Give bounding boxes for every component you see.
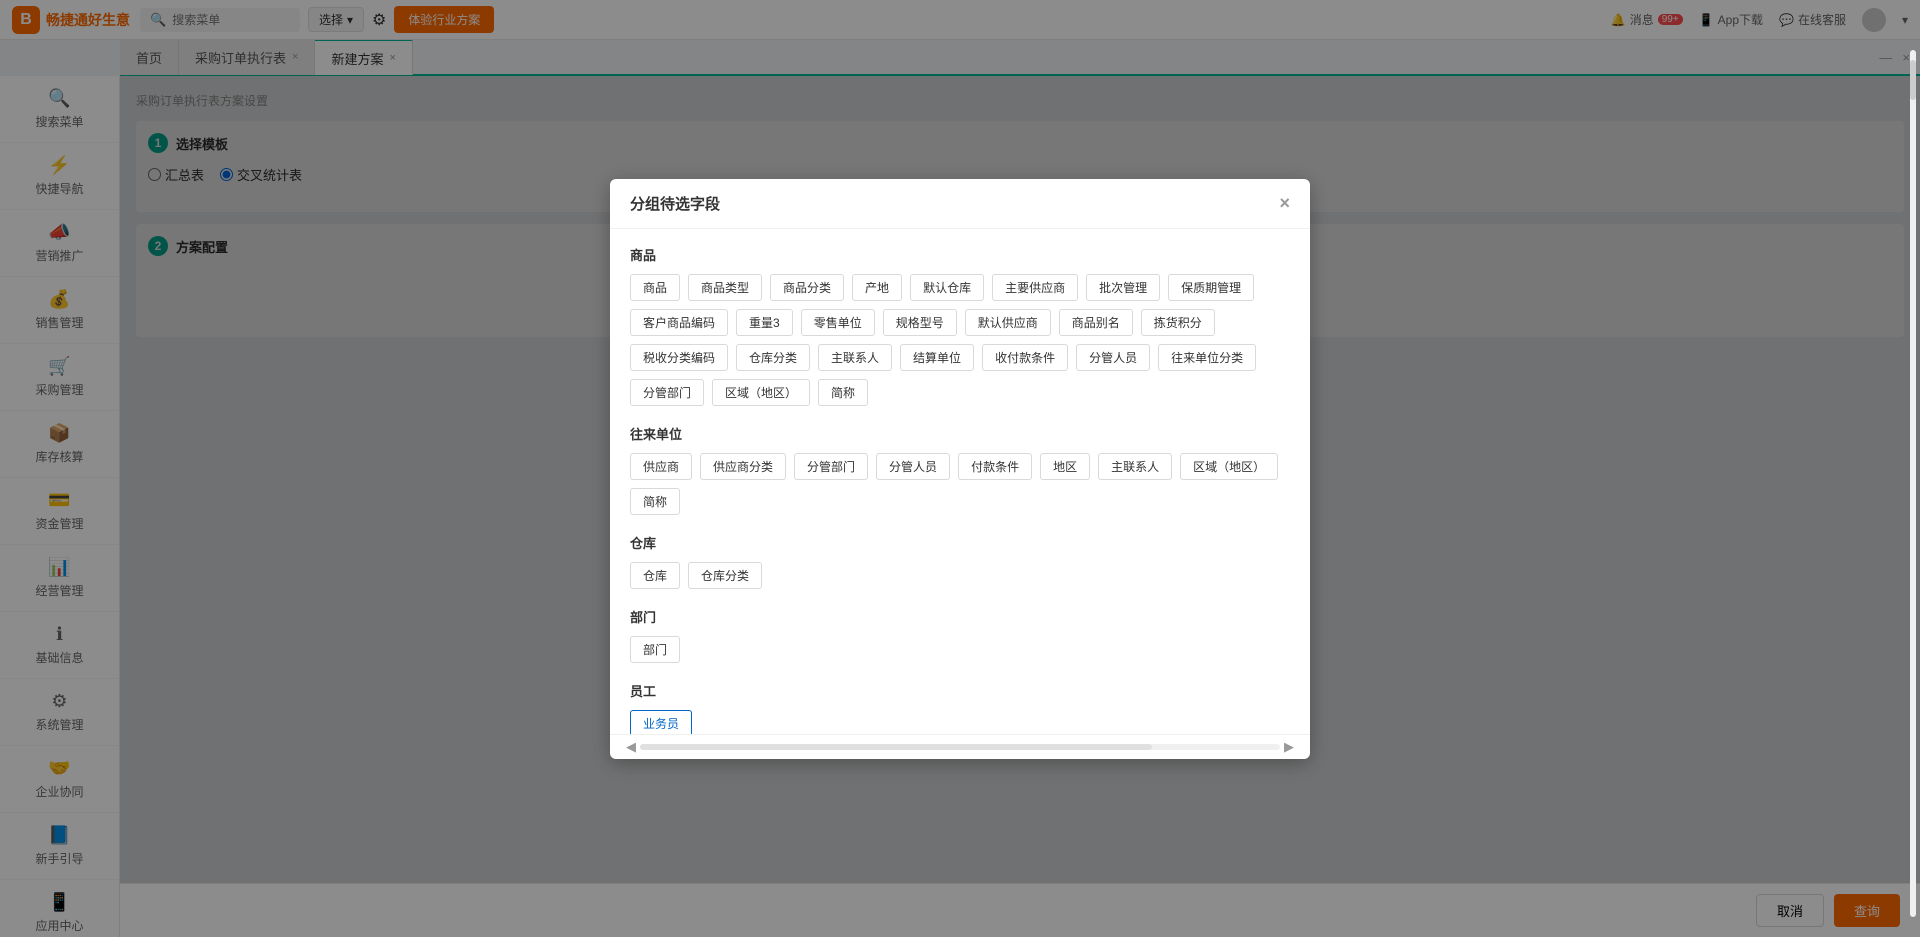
- tag-supervisor[interactable]: 分管人员: [1076, 344, 1150, 371]
- tag-goods-category[interactable]: 商品分类: [770, 274, 844, 301]
- modal-hscroll-track: [640, 744, 1280, 750]
- tag-dept[interactable]: 分管部门: [794, 453, 868, 480]
- tag-batch-mgmt[interactable]: 批次管理: [1086, 274, 1160, 301]
- modal-body: 商品 商品 商品类型 商品分类 产地 默认仓库 主要供应商 批次管理 保质期管理…: [610, 229, 1310, 734]
- section-employee-title: 员工: [630, 681, 1290, 700]
- tag-warehouse-category[interactable]: 仓库分类: [736, 344, 810, 371]
- modal-scrollbar-thumb[interactable]: [1910, 60, 1916, 100]
- tag-dept-supervised[interactable]: 分管部门: [630, 379, 704, 406]
- section-partner: 往来单位 供应商 供应商分类 分管部门 分管人员 付款条件 地区 主联系人 区域…: [630, 424, 1290, 515]
- tag-default-supplier[interactable]: 默认供应商: [965, 309, 1051, 336]
- section-dept: 部门 部门: [630, 607, 1290, 663]
- employee-tags: 业务员: [630, 710, 1290, 734]
- partner-tags: 供应商 供应商分类 分管部门 分管人员 付款条件 地区 主联系人 区域（地区） …: [630, 453, 1290, 515]
- tag-warehouse-type[interactable]: 仓库分类: [688, 562, 762, 589]
- modal-scrollbar-track: [1910, 50, 1916, 917]
- tag-goods[interactable]: 商品: [630, 274, 680, 301]
- warehouse-tags: 仓库 仓库分类: [630, 562, 1290, 589]
- tag-payment-terms[interactable]: 收付款条件: [982, 344, 1068, 371]
- tag-region-partner[interactable]: 区域（地区）: [1180, 453, 1278, 480]
- tag-shelf-life[interactable]: 保质期管理: [1168, 274, 1254, 301]
- modal-overlay: 分组待选字段 × 商品 商品 商品类型 商品分类 产地 默认仓库 主要供应商 批…: [0, 0, 1920, 937]
- tag-payment-condition[interactable]: 付款条件: [958, 453, 1032, 480]
- tag-short-name-partner[interactable]: 简称: [630, 488, 680, 515]
- section-warehouse: 仓库 仓库 仓库分类: [630, 533, 1290, 589]
- modal-close-btn[interactable]: ×: [1279, 193, 1290, 214]
- tag-customer-code[interactable]: 客户商品编码: [630, 309, 728, 336]
- modal-title: 分组待选字段: [630, 193, 720, 214]
- modal-header: 分组待选字段 ×: [610, 179, 1310, 229]
- tag-region-goods[interactable]: 区域（地区）: [712, 379, 810, 406]
- tag-contact[interactable]: 主联系人: [1098, 453, 1172, 480]
- section-warehouse-title: 仓库: [630, 533, 1290, 552]
- dept-tags: 部门: [630, 636, 1290, 663]
- tag-retail-unit[interactable]: 零售单位: [801, 309, 875, 336]
- tag-spec-model[interactable]: 规格型号: [883, 309, 957, 336]
- section-partner-title: 往来单位: [630, 424, 1290, 443]
- tag-tax-code[interactable]: 税收分类编码: [630, 344, 728, 371]
- section-employee: 员工 业务员: [630, 681, 1290, 734]
- goods-tags: 商品 商品类型 商品分类 产地 默认仓库 主要供应商 批次管理 保质期管理 客户…: [630, 274, 1290, 406]
- tag-department[interactable]: 部门: [630, 636, 680, 663]
- tag-partner-category[interactable]: 往来单位分类: [1158, 344, 1256, 371]
- scroll-left-icon[interactable]: ◀: [626, 739, 636, 755]
- tag-default-warehouse[interactable]: 默认仓库: [910, 274, 984, 301]
- tag-origin[interactable]: 产地: [852, 274, 902, 301]
- tag-staff[interactable]: 分管人员: [876, 453, 950, 480]
- tag-warehouse[interactable]: 仓库: [630, 562, 680, 589]
- tag-area[interactable]: 地区: [1040, 453, 1090, 480]
- tag-main-supplier[interactable]: 主要供应商: [992, 274, 1078, 301]
- modal-hscroll-thumb[interactable]: [640, 744, 1152, 750]
- section-goods: 商品 商品 商品类型 商品分类 产地 默认仓库 主要供应商 批次管理 保质期管理…: [630, 245, 1290, 406]
- section-goods-title: 商品: [630, 245, 1290, 264]
- tag-supplier-category[interactable]: 供应商分类: [700, 453, 786, 480]
- modal: 分组待选字段 × 商品 商品 商品类型 商品分类 产地 默认仓库 主要供应商 批…: [610, 179, 1310, 759]
- tag-weight3[interactable]: 重量3: [736, 309, 793, 336]
- tag-salesperson[interactable]: 业务员: [630, 710, 692, 734]
- tag-short-name-goods[interactable]: 简称: [818, 379, 868, 406]
- section-dept-title: 部门: [630, 607, 1290, 626]
- tag-goods-alias[interactable]: 商品别名: [1059, 309, 1133, 336]
- tag-main-contact[interactable]: 主联系人: [818, 344, 892, 371]
- tag-supplier[interactable]: 供应商: [630, 453, 692, 480]
- modal-hscroll-area: ◀ ▶: [610, 734, 1310, 759]
- tag-settlement-unit[interactable]: 结算单位: [900, 344, 974, 371]
- tag-goods-type[interactable]: 商品类型: [688, 274, 762, 301]
- scroll-right-icon[interactable]: ▶: [1284, 739, 1294, 755]
- tag-pick-points[interactable]: 拣货积分: [1141, 309, 1215, 336]
